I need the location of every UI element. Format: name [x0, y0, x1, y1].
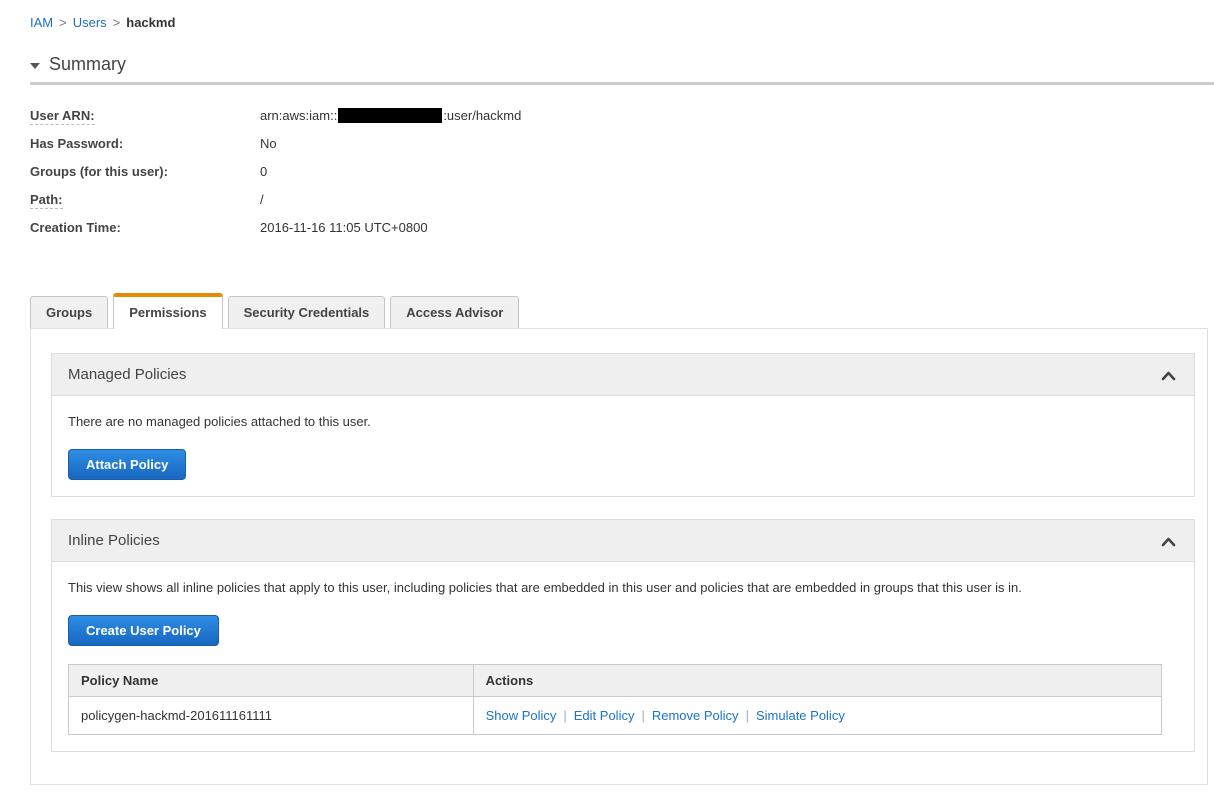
iam-user-detail-page: IAM > Users > hackmd Summary User ARN: arn:a…: [0, 0, 1214, 785]
managed-policies-empty-text: There are no managed policies attached t…: [68, 414, 371, 429]
actions-separator: |: [641, 708, 645, 723]
creation-time-label: Creation Time:: [30, 219, 121, 235]
field-row-creation-time: Creation Time: 2016-11-16 11:05 UTC+0800: [30, 213, 1214, 241]
show-policy-link[interactable]: Show Policy: [486, 708, 557, 723]
field-row-groups: Groups (for this user): 0: [30, 157, 1214, 185]
user-arn-label: User ARN:: [30, 107, 95, 125]
breadcrumb-link-users[interactable]: Users: [73, 15, 107, 30]
chevron-up-icon[interactable]: [1161, 534, 1176, 551]
policy-name-cell: policygen-hackmd-201611161111: [68, 696, 474, 735]
summary-section-header[interactable]: Summary: [30, 54, 1214, 75]
breadcrumb-separator: >: [59, 15, 67, 30]
user-arn-value: arn:aws:iam:::user/hackmd: [260, 107, 522, 123]
breadcrumb-separator: >: [112, 15, 121, 30]
tab-bar: Groups Permissions Security Credentials …: [30, 293, 1214, 329]
create-user-policy-button[interactable]: Create User Policy: [68, 615, 219, 646]
summary-fields: User ARN: arn:aws:iam:::user/hackmd Has …: [30, 101, 1214, 241]
inline-policies-description: This view shows all inline policies that…: [68, 580, 1022, 595]
groups-value: 0: [260, 163, 268, 179]
chevron-up-icon[interactable]: [1161, 368, 1176, 385]
groups-label: Groups (for this user):: [30, 163, 168, 179]
tab-permissions[interactable]: Permissions: [113, 293, 223, 329]
field-row-path: Path: /: [30, 185, 1214, 213]
breadcrumb-link-iam[interactable]: IAM: [30, 15, 53, 30]
remove-policy-link[interactable]: Remove Policy: [652, 708, 739, 723]
redacted-account-id: [338, 107, 443, 123]
actions-separator: |: [745, 708, 749, 723]
has-password-value: No: [260, 135, 277, 151]
permissions-tab-panel: Managed Policies There are no managed po…: [30, 328, 1208, 785]
summary-title: Summary: [49, 54, 127, 74]
managed-policies-header[interactable]: Managed Policies: [52, 354, 1194, 396]
inline-policies-title: Inline Policies: [68, 532, 160, 549]
table-row: policygen-hackmd-201611161111 Show Polic…: [68, 696, 1163, 735]
actions-column-header: Actions: [472, 664, 1163, 697]
field-row-has-password: Has Password: No: [30, 129, 1214, 157]
path-label: Path:: [30, 191, 63, 209]
inline-policies-section: Inline Policies This view shows all inli…: [51, 519, 1195, 752]
actions-separator: |: [563, 708, 567, 723]
managed-policies-body: There are no managed policies attached t…: [52, 396, 1194, 496]
path-value: /: [260, 191, 264, 207]
edit-policy-link[interactable]: Edit Policy: [574, 708, 635, 723]
summary-divider: [30, 82, 1214, 85]
policy-name-column-header: Policy Name: [68, 664, 474, 697]
inline-policies-table: Policy Name Actions policygen-hackmd-201…: [68, 664, 1163, 735]
tab-groups[interactable]: Groups: [30, 296, 109, 328]
attach-policy-button[interactable]: Attach Policy: [68, 449, 187, 480]
table-header-row: Policy Name Actions: [68, 664, 1163, 697]
field-row-user-arn: User ARN: arn:aws:iam:::user/hackmd: [30, 101, 1214, 129]
actions-cell: Show Policy | Edit Policy | Remove Policy | Si…: [472, 696, 1163, 735]
managed-policies-section: Managed Policies There are no managed po…: [51, 353, 1195, 497]
triangle-down-icon: [30, 62, 40, 69]
breadcrumb: IAM > Users > hackmd: [0, 0, 1214, 30]
simulate-policy-link[interactable]: Simulate Policy: [756, 708, 845, 723]
inline-policies-body: This view shows all inline policies that…: [52, 562, 1194, 751]
has-password-label: Has Password:: [30, 135, 124, 151]
tab-security-credentials[interactable]: Security Credentials: [227, 296, 386, 328]
inline-policies-header[interactable]: Inline Policies: [52, 520, 1194, 562]
breadcrumb-current-user: hackmd: [126, 15, 176, 30]
managed-policies-title: Managed Policies: [68, 366, 187, 383]
creation-time-value: 2016-11-16 11:05 UTC+0800: [260, 219, 428, 235]
tab-access-advisor[interactable]: Access Advisor: [390, 296, 520, 328]
